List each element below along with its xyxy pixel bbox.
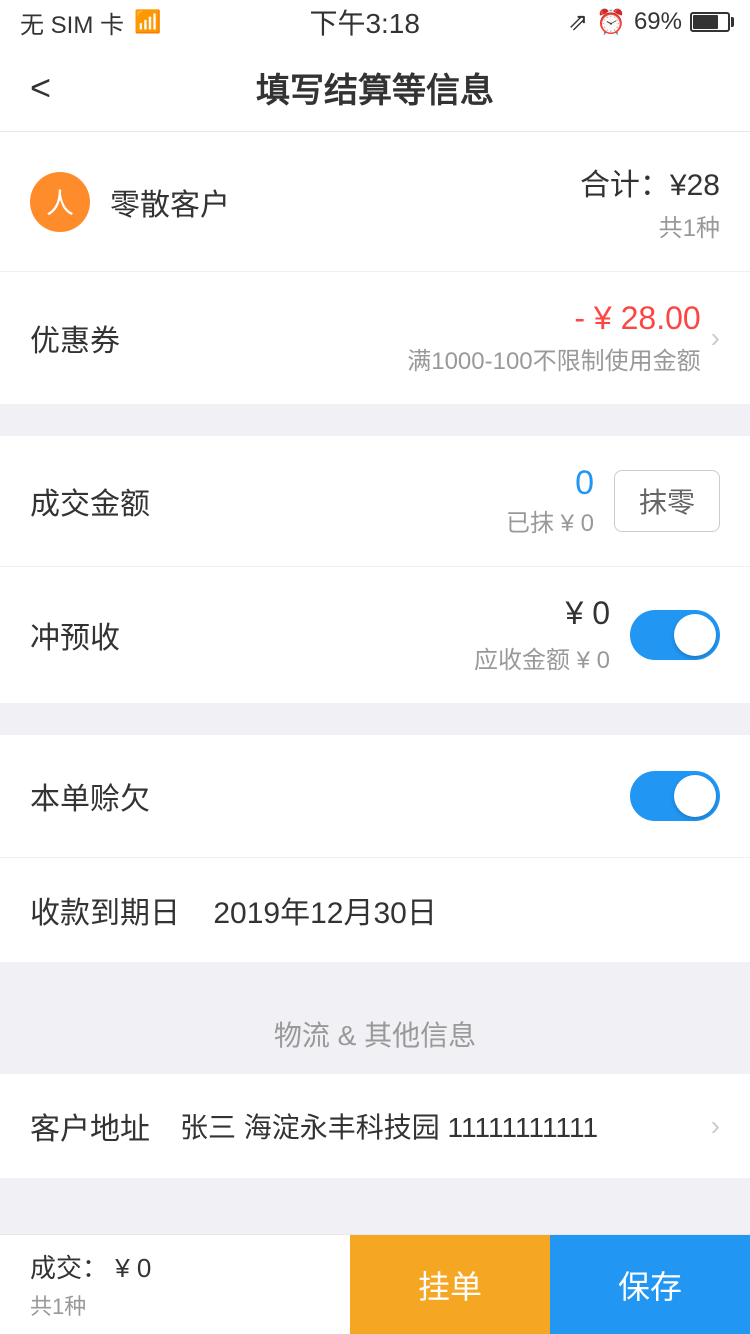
total-amount: 合计：¥28 [580, 160, 720, 204]
section-divider-1 [0, 420, 750, 436]
prepayment-amount: ¥ 0 [566, 595, 610, 632]
transaction-value[interactable]: 0 [506, 464, 594, 503]
total-count: 共1种 [580, 208, 720, 243]
page-title: 填写结算等信息 [256, 63, 494, 112]
time-display: 下午3:18 [309, 2, 420, 42]
transaction-section: 成交金额 0 已抹 ¥ 0 抹零 冲预收 ¥ 0 应收金额 ¥ 0 [0, 436, 750, 703]
due-date-value: 2019年12月30日 [213, 897, 436, 930]
address-row[interactable]: 客户地址 张三 海淀永丰科技园 11111111111 › [0, 1074, 750, 1178]
coupon-right: - ¥ 28.00 满1000-100不限制使用金额 › [407, 300, 720, 376]
hang-button[interactable]: 挂单 [350, 1235, 550, 1334]
battery-percent: 69% [634, 8, 682, 36]
location-icon: ⇗ [568, 8, 588, 37]
coupon-amount: - ¥ 28.00 [407, 300, 700, 337]
logistics-title: 物流 & 其他信息 [274, 1014, 476, 1054]
round-off-button[interactable]: 抹零 [614, 470, 720, 532]
carrier-text: 无 SIM 卡 [20, 5, 124, 40]
coupon-desc: 满1000-100不限制使用金额 [407, 341, 700, 376]
prepayment-label: 冲预收 [30, 613, 150, 657]
avatar: 人 [30, 172, 90, 232]
customer-right: 合计：¥28 共1种 [580, 160, 720, 243]
transaction-right: 0 已抹 ¥ 0 抹零 [506, 464, 720, 538]
debt-label: 本单赊欠 [30, 774, 150, 818]
section-divider-3 [0, 978, 750, 994]
address-value: 张三 海淀永丰科技园 11111111111 [180, 1106, 711, 1146]
chevron-right-icon: › [711, 322, 720, 354]
save-button[interactable]: 保存 [550, 1235, 750, 1334]
address-section: 客户地址 张三 海淀永丰科技园 11111111111 › [0, 1074, 750, 1178]
customer-name: 零散客户 [110, 180, 230, 224]
logistics-header: 物流 & 其他信息 [0, 994, 750, 1074]
bottom-transaction-amount: ¥ 0 [115, 1253, 151, 1283]
status-left: 无 SIM 卡 📶 [20, 5, 161, 40]
coupon-label: 优惠券 [30, 316, 120, 360]
due-date-label: 收款到期日 [30, 897, 180, 930]
debt-section: 本单赊欠 收款到期日 2019年12月30日 [0, 735, 750, 962]
customer-left: 人 零散客户 [30, 172, 230, 232]
status-right: ⇗ ⏰ 69% [568, 8, 730, 37]
bottom-bar: 成交： ¥ 0 共1种 挂单 保存 [0, 1234, 750, 1334]
transaction-row: 成交金额 0 已抹 ¥ 0 抹零 [0, 436, 750, 567]
avatar-icon: 人 [46, 182, 74, 222]
address-chevron-icon: › [711, 1110, 720, 1142]
battery-icon [690, 12, 730, 32]
customer-row: 人 零散客户 合计：¥28 共1种 [0, 132, 750, 271]
debt-toggle-knob [674, 775, 716, 817]
toggle-knob [674, 614, 716, 656]
coupon-row[interactable]: 优惠券 - ¥ 28.00 满1000-100不限制使用金额 › [0, 271, 750, 404]
receivable-text: 应收金额 ¥ 0 [474, 640, 610, 675]
coupon-info: - ¥ 28.00 满1000-100不限制使用金额 [407, 300, 700, 376]
debt-row: 本单赊欠 [0, 735, 750, 857]
bottom-transaction-label: 成交： [30, 1253, 108, 1283]
deducted-text: 已抹 ¥ 0 [506, 503, 594, 538]
alarm-icon: ⏰ [596, 8, 626, 37]
prepayment-toggle[interactable] [630, 610, 720, 660]
bottom-transaction: 成交： ¥ 0 [30, 1248, 350, 1285]
prepayment-right: ¥ 0 应收金额 ¥ 0 [474, 595, 720, 675]
prepayment-row: 冲预收 ¥ 0 应收金额 ¥ 0 [0, 567, 750, 703]
back-button[interactable]: < [30, 67, 51, 109]
address-label: 客户地址 [30, 1104, 150, 1148]
due-date-text: 收款到期日 2019年12月30日 [30, 897, 437, 930]
section-divider-2 [0, 719, 750, 735]
status-bar: 无 SIM 卡 📶 下午3:18 ⇗ ⏰ 69% [0, 0, 750, 44]
customer-section: 人 零散客户 合计：¥28 共1种 优惠券 - ¥ 28.00 满1000-10… [0, 132, 750, 404]
nav-bar: < 填写结算等信息 [0, 44, 750, 132]
main-content: 人 零散客户 合计：¥28 共1种 优惠券 - ¥ 28.00 满1000-10… [0, 132, 750, 1314]
due-date-row: 收款到期日 2019年12月30日 [0, 857, 750, 962]
debt-toggle[interactable] [630, 771, 720, 821]
bottom-info: 成交： ¥ 0 共1种 [0, 1235, 350, 1334]
wifi-icon: 📶 [134, 9, 161, 35]
bottom-count: 共1种 [30, 1289, 350, 1321]
transaction-label: 成交金额 [30, 479, 150, 523]
prepayment-info: ¥ 0 应收金额 ¥ 0 [474, 595, 610, 675]
